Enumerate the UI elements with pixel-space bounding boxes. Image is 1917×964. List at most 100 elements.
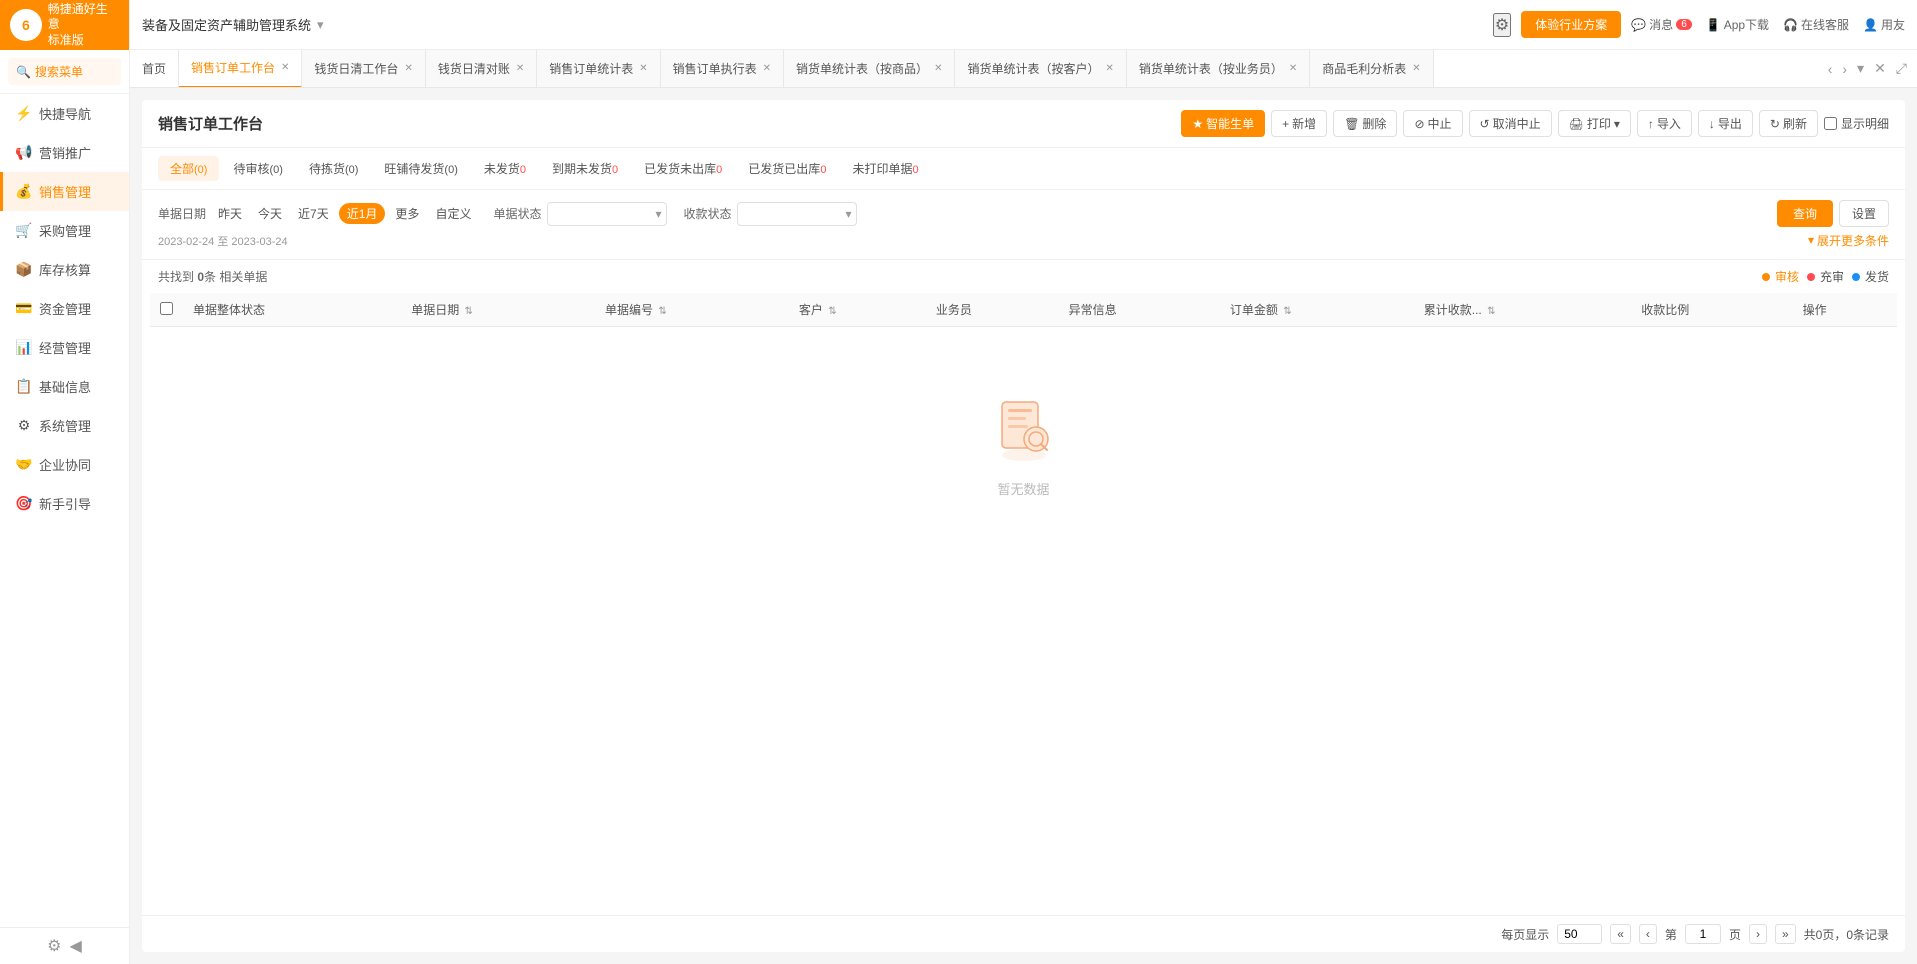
sidebar-item-marketing[interactable]: 📢 营销推广 bbox=[0, 133, 129, 172]
sidebar-item-guide[interactable]: 🎯 新手引导 bbox=[0, 484, 129, 523]
query-button[interactable]: 查询 bbox=[1777, 200, 1833, 227]
batch-revoke-button[interactable]: 充审 bbox=[1807, 268, 1844, 285]
empty-icon bbox=[984, 387, 1064, 467]
tab-close-cash-daily[interactable]: ✕ bbox=[404, 63, 412, 74]
finance-icon: 💳 bbox=[15, 300, 33, 317]
title-dropdown-icon[interactable]: ▾ bbox=[317, 17, 324, 33]
sort-date-icon[interactable]: ⇅ bbox=[465, 306, 473, 317]
sort-customer-icon[interactable]: ⇅ bbox=[828, 306, 836, 317]
expand-filter-button[interactable]: ▾ 展开更多条件 bbox=[1808, 232, 1889, 249]
date-btn-yesterday[interactable]: 昨天 bbox=[212, 203, 248, 224]
tab-cash-daily[interactable]: 钱货日清工作台 ✕ bbox=[302, 50, 425, 88]
import-button[interactable]: ↑ 导入 bbox=[1637, 110, 1692, 137]
status-select[interactable] bbox=[547, 202, 667, 226]
sub-tab-shipped-not-out[interactable]: 已发货未出库0 bbox=[632, 156, 734, 181]
message-button[interactable]: 💬 消息 6 bbox=[1631, 16, 1692, 33]
prev-page-button[interactable]: ‹ bbox=[1639, 924, 1657, 944]
tab-close-sales-order-workbench[interactable]: ✕ bbox=[281, 62, 289, 73]
sidebar-item-operations[interactable]: 📊 经营管理 bbox=[0, 328, 129, 367]
logo-text: 畅捷通好生意 标准版 bbox=[48, 2, 119, 49]
tab-product-margin[interactable]: 商品毛利分析表 ✕ bbox=[1310, 50, 1433, 88]
date-btn-1month[interactable]: 近1月 bbox=[339, 203, 386, 224]
delete-button[interactable]: 🗑 删除 bbox=[1333, 110, 1397, 137]
tab-maximize-button[interactable]: ⤢ bbox=[1892, 58, 1911, 79]
show-detail-checkbox-label[interactable]: 显示明细 bbox=[1824, 115, 1889, 132]
next-page-button[interactable]: › bbox=[1749, 924, 1767, 944]
sub-tab-all[interactable]: 全部(0) bbox=[158, 156, 219, 181]
tab-close-product-margin[interactable]: ✕ bbox=[1412, 63, 1420, 74]
topbar-settings-button[interactable]: ⚙ bbox=[1493, 13, 1511, 37]
tab-close-sales-order-stats[interactable]: ✕ bbox=[639, 63, 647, 74]
industry-solution-button[interactable]: 体验行业方案 bbox=[1521, 11, 1621, 38]
sidebar-settings-button[interactable]: ⚙ bbox=[47, 936, 61, 956]
sub-tab-pending-review[interactable]: 待审核(0) bbox=[221, 156, 294, 181]
tab-close-sales-stats-staff[interactable]: ✕ bbox=[1289, 63, 1297, 74]
tab-close-sales-stats-customer[interactable]: ✕ bbox=[1105, 63, 1113, 74]
col-header-amount: 订单金额 ⇅ bbox=[1220, 293, 1414, 327]
tab-sales-stats-product[interactable]: 销货单统计表（按商品） ✕ bbox=[784, 50, 955, 88]
sidebar-item-inventory[interactable]: 📦 库存核算 bbox=[0, 250, 129, 289]
smart-generate-button[interactable]: ★ 智能生单 bbox=[1181, 110, 1265, 137]
refresh-button[interactable]: ↻ 刷新 bbox=[1759, 110, 1818, 137]
sort-number-icon[interactable]: ⇅ bbox=[658, 306, 666, 317]
tab-next-button[interactable]: › bbox=[1838, 59, 1851, 79]
cancel-stop-button[interactable]: ↺ 取消中止 bbox=[1469, 110, 1552, 137]
online-service-button[interactable]: 🎧 在线客服 bbox=[1783, 16, 1849, 33]
sidebar-collapse-button[interactable]: ◀ bbox=[70, 936, 82, 956]
tab-close-sales-stats-product[interactable]: ✕ bbox=[934, 63, 942, 74]
sub-tab-pending-inspect[interactable]: 待拣货(0) bbox=[297, 156, 370, 181]
last-page-button[interactable]: » bbox=[1775, 924, 1796, 944]
tab-sales-order-workbench[interactable]: 销售订单工作台 ✕ bbox=[179, 50, 302, 88]
first-page-button[interactable]: « bbox=[1610, 924, 1631, 944]
stop-button[interactable]: ⊘ 中止 bbox=[1403, 110, 1462, 137]
batch-ship-button[interactable]: 发货 bbox=[1852, 268, 1889, 285]
date-btn-custom[interactable]: 自定义 bbox=[429, 203, 477, 224]
tab-home[interactable]: 首页 bbox=[130, 50, 179, 88]
tab-sales-stats-staff[interactable]: 销货单统计表（按业务员） ✕ bbox=[1127, 50, 1310, 88]
tab-prev-button[interactable]: ‹ bbox=[1824, 59, 1837, 79]
sort-amount-icon[interactable]: ⇅ bbox=[1283, 306, 1291, 317]
app-download-button[interactable]: 📱 App下载 bbox=[1706, 16, 1769, 33]
tab-close-sales-order-exec[interactable]: ✕ bbox=[763, 63, 771, 74]
sort-collected-icon[interactable]: ⇅ bbox=[1487, 306, 1495, 317]
sub-tab-not-printed[interactable]: 未打印单据0 bbox=[840, 156, 930, 181]
sidebar-item-system[interactable]: ⚙ 系统管理 bbox=[0, 406, 129, 445]
date-btn-more[interactable]: 更多 bbox=[389, 203, 425, 224]
tab-close-all-button[interactable]: ✕ bbox=[1870, 58, 1890, 79]
content-panel: 销售订单工作台 ★ 智能生单 + 新增 🗑 删除 ⊘ bbox=[142, 100, 1905, 952]
status-select-wrap bbox=[547, 202, 667, 226]
tab-sales-order-exec[interactable]: 销售订单执行表 ✕ bbox=[661, 50, 784, 88]
orders-table: 单据整体状态 单据日期 ⇅ 单据编号 ⇅ 客户 bbox=[150, 293, 1897, 327]
sub-tab-wangpu-pending[interactable]: 旺铺待发货(0) bbox=[372, 156, 469, 181]
tab-close-cash-reconcile[interactable]: ✕ bbox=[516, 63, 524, 74]
tab-sales-order-stats[interactable]: 销售订单统计表 ✕ bbox=[537, 50, 660, 88]
tab-sales-stats-customer[interactable]: 销货单统计表（按客户） ✕ bbox=[955, 50, 1126, 88]
export-button[interactable]: ↓ 导出 bbox=[1698, 110, 1753, 137]
sub-tab-not-shipped[interactable]: 未发货0 bbox=[472, 156, 538, 181]
print-dropdown-icon[interactable]: ▾ bbox=[1614, 117, 1620, 131]
search-menu-button[interactable]: 🔍 搜索菜单 bbox=[8, 58, 121, 85]
tab-more-button[interactable]: ▾ bbox=[1853, 58, 1868, 79]
add-button[interactable]: + 新增 bbox=[1271, 110, 1327, 137]
sidebar-item-base-info[interactable]: 📋 基础信息 bbox=[0, 367, 129, 406]
sidebar-item-sales[interactable]: 💰 销售管理 bbox=[0, 172, 129, 211]
set-button[interactable]: 设置 bbox=[1839, 200, 1889, 227]
date-btn-7days[interactable]: 近7天 bbox=[292, 203, 335, 224]
sub-tab-shipped-out[interactable]: 已发货已出库0 bbox=[736, 156, 838, 181]
sidebar-item-finance[interactable]: 💳 资金管理 bbox=[0, 289, 129, 328]
sidebar-logo: 6 畅捷通好生意 标准版 bbox=[0, 0, 129, 50]
sidebar-item-purchase[interactable]: 🛒 采购管理 bbox=[0, 211, 129, 250]
page-size-select[interactable]: 50 10 20 100 bbox=[1557, 924, 1602, 944]
user-menu-button[interactable]: 👤 用友 bbox=[1863, 16, 1905, 33]
batch-review-button[interactable]: 审核 bbox=[1762, 268, 1799, 285]
sidebar-item-quick-nav[interactable]: ⚡ 快捷导航 bbox=[0, 94, 129, 133]
show-detail-checkbox[interactable] bbox=[1824, 117, 1837, 130]
print-button[interactable]: 🖨 打印 ▾ bbox=[1558, 110, 1631, 137]
tab-cash-reconcile[interactable]: 钱货日清对账 ✕ bbox=[426, 50, 537, 88]
payment-select[interactable] bbox=[737, 202, 857, 226]
select-all-checkbox[interactable] bbox=[160, 302, 173, 315]
sidebar-item-enterprise[interactable]: 🤝 企业协同 bbox=[0, 445, 129, 484]
date-btn-today[interactable]: 今天 bbox=[252, 203, 288, 224]
sub-tab-overdue-not-shipped[interactable]: 到期未发货0 bbox=[540, 156, 630, 181]
page-number-input[interactable] bbox=[1685, 924, 1721, 944]
